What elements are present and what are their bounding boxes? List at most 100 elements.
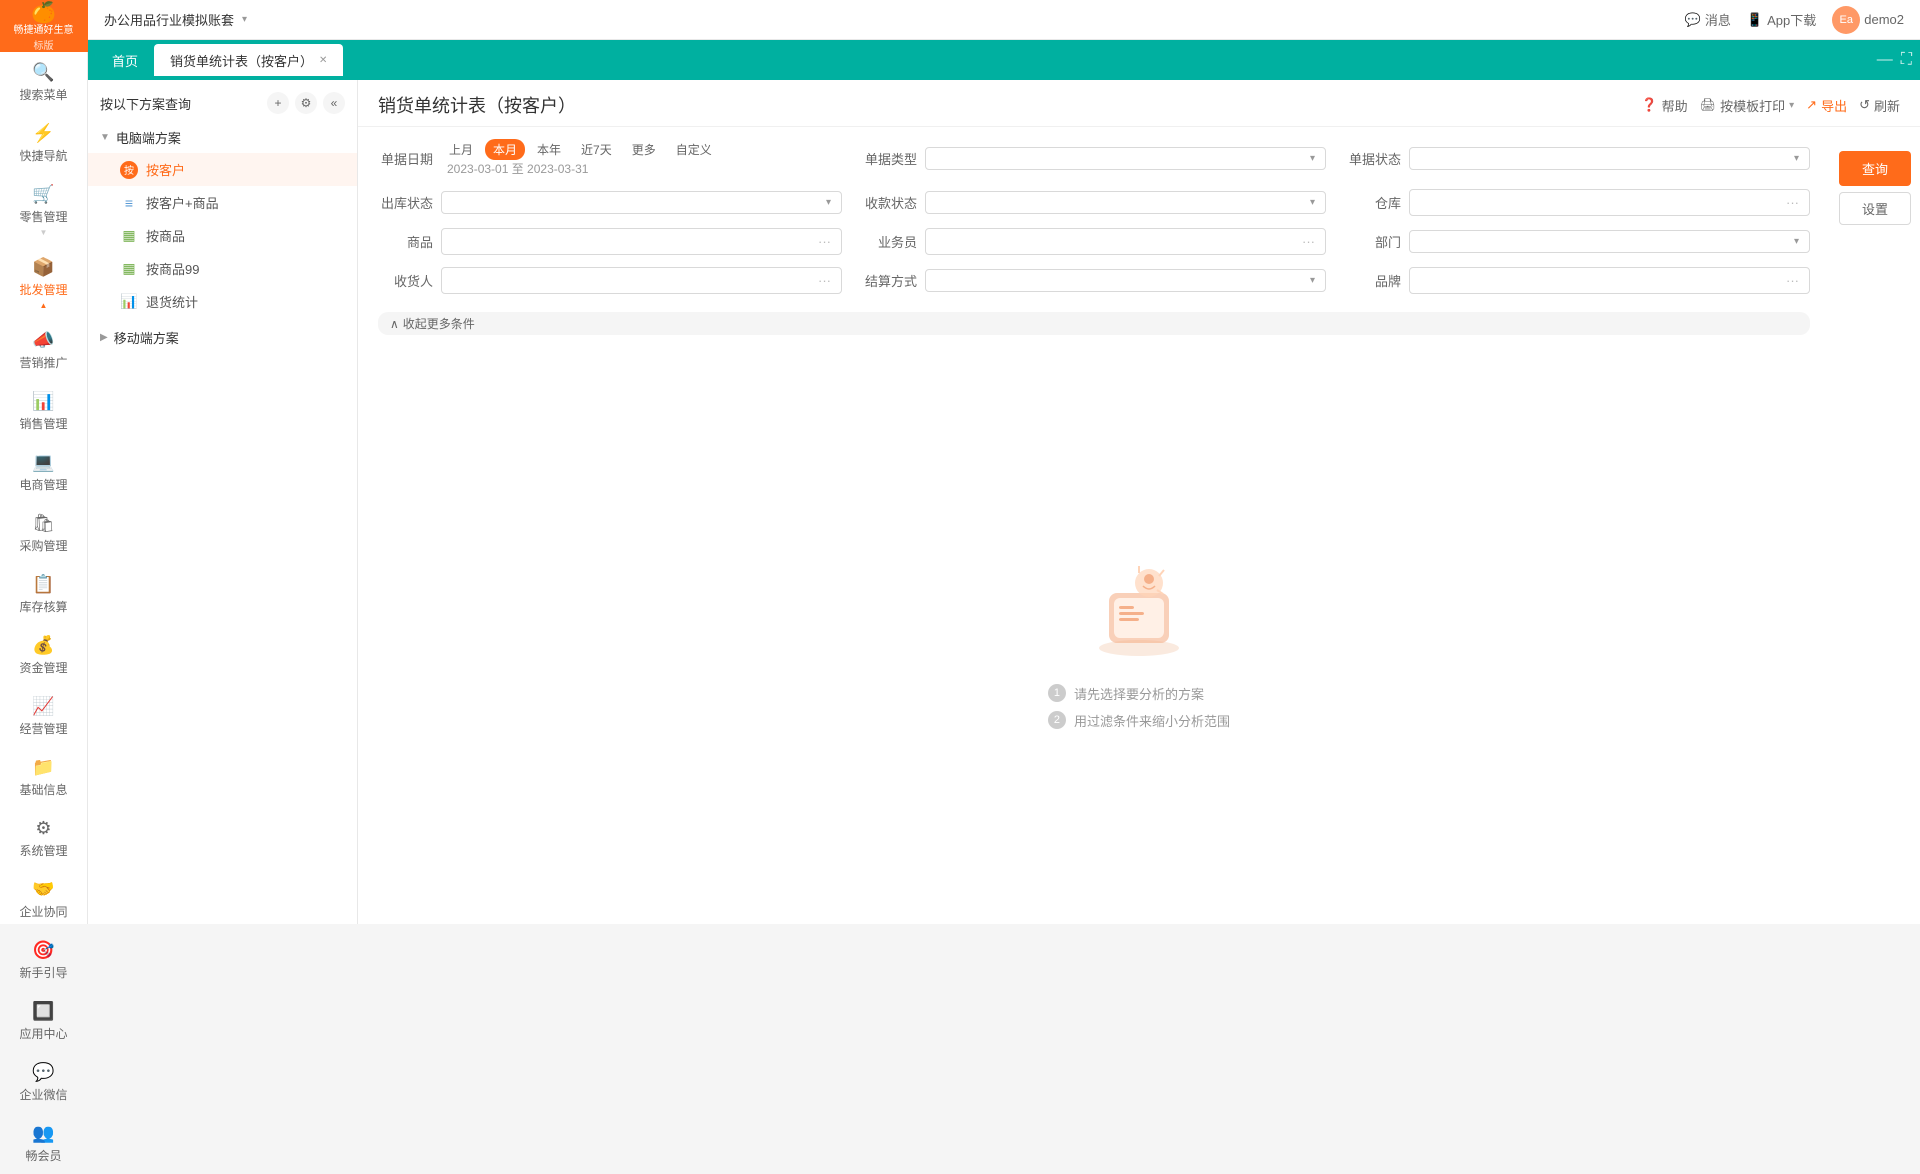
doc-type-label: 单据类型: [862, 149, 917, 168]
scheme-item-return-stats[interactable]: 📊 退货统计: [88, 285, 357, 318]
receive-status-select[interactable]: ▾: [925, 191, 1326, 214]
tab-home[interactable]: 首页: [96, 44, 154, 76]
empty-tip-2: 2 用过滤条件来缩小分析范围: [1048, 711, 1230, 730]
maximize-btn[interactable]: ⛶: [1901, 51, 1912, 69]
sidebar-item-label: 基础信息: [19, 781, 67, 798]
app-download-label: App下载: [1767, 10, 1816, 29]
scheme-item-by-product99[interactable]: ▦ 按商品99: [88, 252, 357, 285]
date-filter-label: 单据日期: [378, 149, 433, 168]
warehouse-filter-item: 仓库 ···: [1346, 189, 1810, 216]
retail-icon: 🛒: [32, 184, 54, 205]
shortcut-last-month[interactable]: 上月: [441, 139, 481, 160]
filter-panel: 单据日期 上月 本月 本年 近7天 更多 自定义 20: [358, 127, 1830, 353]
print-btn[interactable]: 🖨 按模板打印 ▾: [1700, 96, 1795, 115]
logo-icon: 🍊: [31, 0, 56, 25]
chevron-right-icon: ▶: [100, 332, 108, 343]
sidebar-item-quick-nav[interactable]: ⚡ 快捷导航: [0, 113, 88, 174]
app-download-icon: 📱: [1747, 12, 1763, 28]
query-buttons: 查询 设置: [1839, 139, 1911, 225]
filter-query-area: 单据日期 上月 本月 本年 近7天 更多 自定义 20: [358, 127, 1920, 353]
scheme-panel-header: 按以下方案查询 + ⚙ «: [88, 92, 357, 122]
doc-status-filter-item: 单据状态 ▾: [1346, 147, 1810, 170]
shortcut-this-month[interactable]: 本月: [485, 139, 525, 160]
dept-filter-item: 部门 ▾: [1346, 230, 1810, 253]
message-btn[interactable]: 💬 消息: [1685, 10, 1731, 29]
shortcut-this-year[interactable]: 本年: [529, 139, 569, 160]
sidebar-item-guide[interactable]: 🎯 新手引导: [0, 930, 88, 991]
dept-select[interactable]: ▾: [1409, 230, 1810, 253]
tab-sales-stats[interactable]: 销货单统计表（按客户） ✕: [154, 44, 343, 76]
chevron-down-icon: ▾: [1794, 236, 1799, 247]
settlement-select[interactable]: ▾: [925, 269, 1326, 292]
product-select[interactable]: ···: [441, 228, 842, 255]
empty-illustration: [1079, 548, 1199, 668]
settings-scheme-btn[interactable]: ⚙: [295, 92, 317, 114]
settings-btn[interactable]: 设置: [1839, 192, 1911, 225]
export-icon: ↗: [1806, 97, 1817, 113]
top-header: 办公用品行业模拟账套 ▾ 💬 消息 📱 App下载 Ea demo2: [88, 0, 1920, 40]
sidebar-item-system[interactable]: ⚙ 系统管理: [0, 808, 88, 869]
collapse-panel-btn[interactable]: «: [323, 92, 345, 114]
receiver-label: 收货人: [378, 271, 433, 290]
mobile-scheme-group-header[interactable]: ▶ 移动端方案: [88, 322, 357, 353]
sidebar-item-sales[interactable]: 📊 销售管理: [0, 381, 88, 442]
message-label: 消息: [1705, 10, 1731, 29]
query-btn[interactable]: 查询: [1839, 151, 1911, 186]
user-menu[interactable]: Ea demo2: [1832, 6, 1904, 34]
sidebar-item-label: 营销推广: [19, 354, 67, 371]
refresh-label: 刷新: [1874, 96, 1900, 115]
sidebar-item-wechat[interactable]: 💬 企业微信: [0, 1052, 88, 1113]
minimize-btn[interactable]: —: [1877, 51, 1893, 69]
scheme-item-by-product[interactable]: ▦ 按商品: [88, 219, 357, 252]
doc-type-select[interactable]: ▾: [925, 147, 1326, 170]
desktop-scheme-group-header[interactable]: ▼ 电脑端方案: [88, 122, 357, 153]
sidebar-item-inventory[interactable]: 📋 库存核算: [0, 564, 88, 625]
sidebar-item-purchase[interactable]: 🛍 采购管理: [0, 503, 88, 564]
inventory-icon: 📋: [32, 574, 54, 595]
receiver-select[interactable]: ···: [441, 267, 842, 294]
add-scheme-btn[interactable]: +: [267, 92, 289, 114]
sidebar-item-label: 企业协同: [19, 903, 67, 920]
logo-text: 畅捷通好生意: [14, 25, 74, 37]
close-tab-btn[interactable]: ✕: [319, 55, 327, 66]
sidebar-item-marketing[interactable]: 📣 营销推广: [0, 320, 88, 381]
sidebar-item-search[interactable]: 🔍 搜索菜单: [0, 52, 88, 113]
sidebar-item-base-info[interactable]: 📁 基础信息: [0, 747, 88, 808]
sidebar-item-operations[interactable]: 📈 经营管理: [0, 686, 88, 747]
sidebar-item-ecommerce[interactable]: 💻 电商管理: [0, 442, 88, 503]
ellipsis-icon: ···: [1302, 234, 1315, 249]
tip-num-2: 2: [1048, 711, 1066, 729]
wechat-icon: 💬: [32, 1062, 54, 1083]
shortcut-custom[interactable]: 自定义: [668, 139, 720, 160]
shortcut-more[interactable]: 更多: [624, 139, 664, 160]
enterprise-icon: 🤝: [32, 879, 54, 900]
industry-selector[interactable]: 办公用品行业模拟账套 ▾: [104, 10, 247, 29]
doc-type-control: ▾: [925, 147, 1326, 170]
scheme-item-by-customer[interactable]: 按 按客户: [88, 153, 357, 186]
sidebar-item-retail[interactable]: 🛒 零售管理 ▼: [0, 174, 88, 247]
doc-status-select[interactable]: ▾: [1409, 147, 1810, 170]
sidebar-item-enterprise[interactable]: 🤝 企业协同: [0, 869, 88, 930]
scheme-item-customer-product[interactable]: ≡ 按客户+商品: [88, 186, 357, 219]
scheme-item-label: 退货统计: [146, 292, 198, 311]
app-logo[interactable]: 🍊 畅捷通好生意 标版: [0, 0, 88, 52]
warehouse-select[interactable]: ···: [1409, 189, 1810, 216]
sales-icon: 📊: [32, 391, 54, 412]
doc-status-control: ▾: [1409, 147, 1810, 170]
shortcut-7days[interactable]: 近7天: [573, 139, 620, 160]
brand-control: ···: [1409, 267, 1810, 294]
brand-select[interactable]: ···: [1409, 267, 1810, 294]
app-download-btn[interactable]: 📱 App下载: [1747, 10, 1816, 29]
sidebar-item-member[interactable]: 👥 畅会员: [0, 1113, 88, 1174]
export-btn[interactable]: ↗ 导出: [1806, 96, 1847, 115]
receive-status-label: 收款状态: [862, 193, 917, 212]
sidebar-item-app-center[interactable]: 🔲 应用中心: [0, 991, 88, 1052]
sidebar-item-label: 搜索菜单: [19, 86, 67, 103]
refresh-btn[interactable]: ↺ 刷新: [1859, 96, 1900, 115]
sidebar-item-wholesale[interactable]: 📦 批发管理 ▲: [0, 247, 88, 320]
collapse-more-btn[interactable]: ∧ 收起更多条件: [378, 312, 1810, 335]
salesman-select[interactable]: ···: [925, 228, 1326, 255]
out-status-select[interactable]: ▾: [441, 191, 842, 214]
help-btn[interactable]: ❓ 帮助: [1641, 96, 1687, 115]
sidebar-item-finance[interactable]: 💰 资金管理: [0, 625, 88, 686]
